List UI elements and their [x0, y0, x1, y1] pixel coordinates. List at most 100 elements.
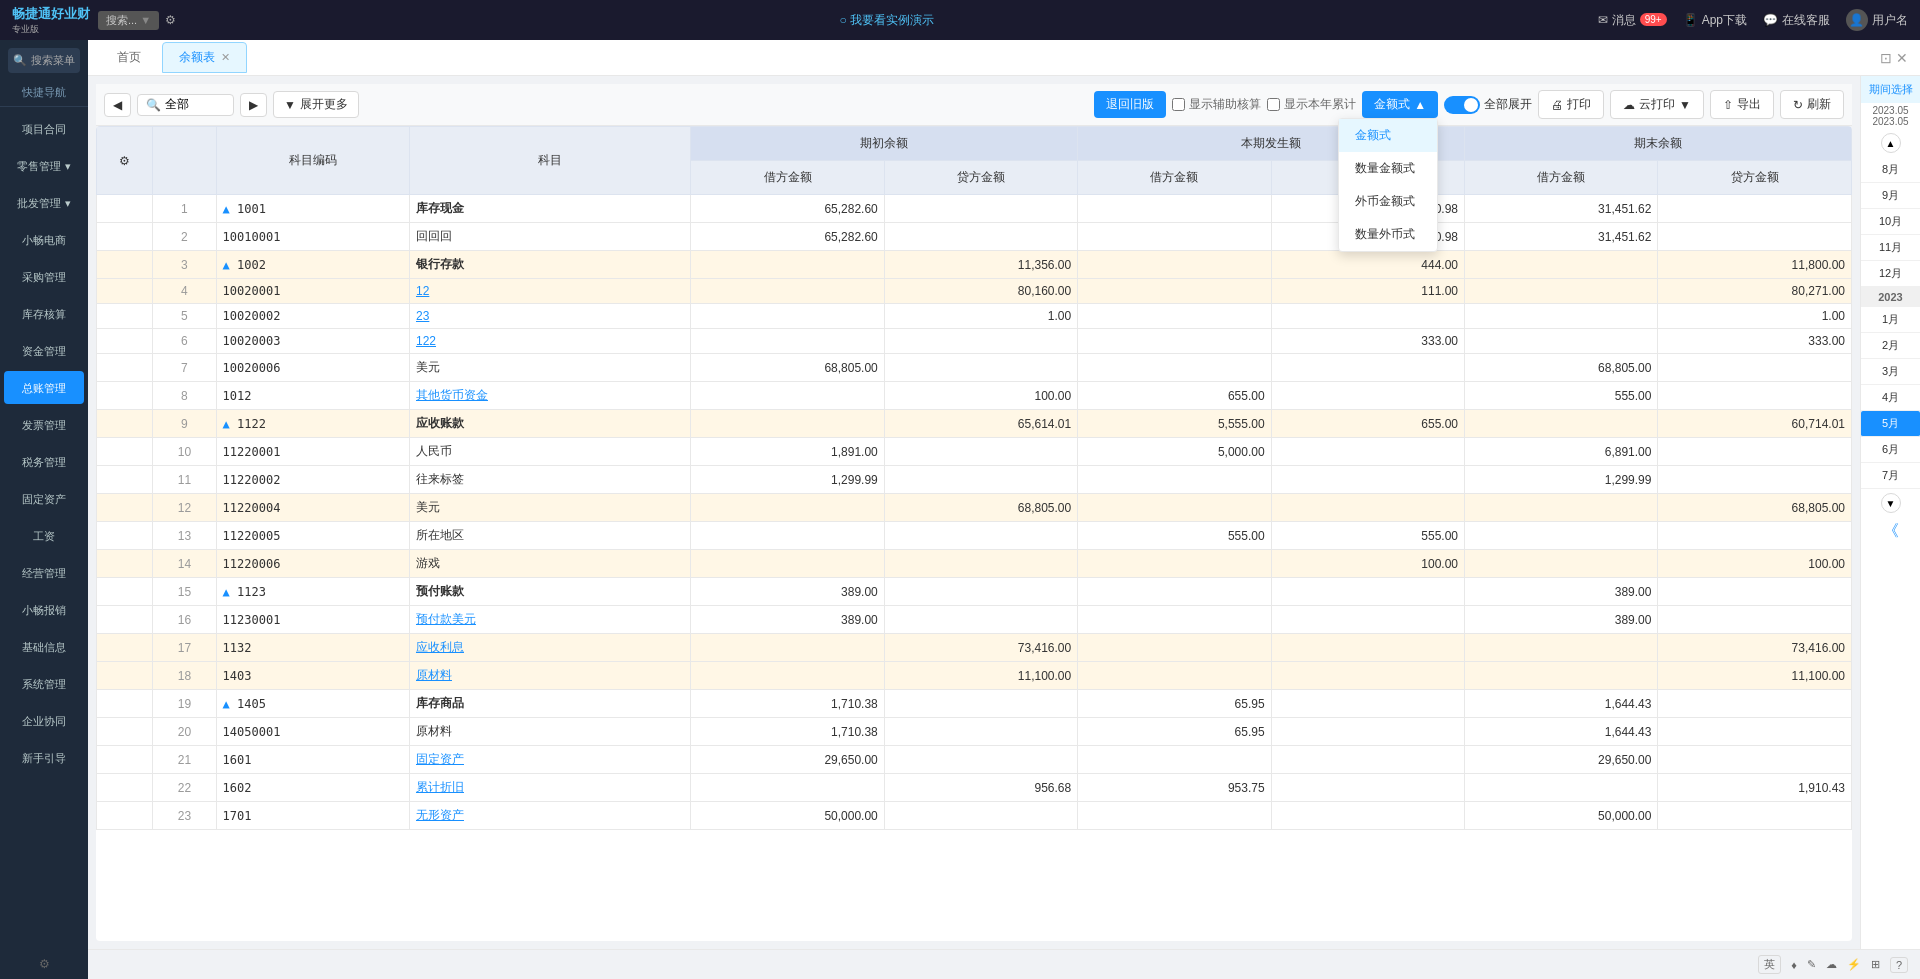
- account-code: 1601: [216, 746, 409, 774]
- nav-next-btn[interactable]: ▶: [240, 93, 267, 117]
- view-mode-btn[interactable]: 金额式 ▲: [1362, 91, 1438, 118]
- account-name: 库存现金: [409, 195, 690, 223]
- cloud-icon[interactable]: ☁: [1826, 958, 1837, 971]
- opening-debit: 65,282.60: [691, 223, 884, 251]
- date-prev-btn[interactable]: ▲: [1881, 133, 1901, 153]
- search-input[interactable]: [165, 98, 225, 112]
- sidebar-item-system[interactable]: 系统管理: [4, 667, 84, 700]
- sidebar-item-purchase[interactable]: 采购管理: [4, 260, 84, 293]
- edit-icon[interactable]: ✎: [1807, 958, 1816, 971]
- show-aux-check[interactable]: 显示辅助核算: [1172, 96, 1261, 113]
- closing-credit: 11,100.00: [1658, 662, 1852, 690]
- toggle-switch-control[interactable]: [1444, 96, 1480, 114]
- th-settings[interactable]: ⚙: [97, 127, 153, 195]
- closing-debit: 31,451.62: [1465, 195, 1658, 223]
- print-btn[interactable]: 🖨 打印: [1538, 90, 1604, 119]
- search-menu-btn[interactable]: 🔍 搜索菜单: [8, 48, 80, 73]
- closing-debit: [1465, 410, 1658, 438]
- month-item[interactable]: 9月: [1861, 183, 1920, 209]
- tab-home[interactable]: 首页: [100, 42, 158, 73]
- closing-debit: 6,891.00: [1465, 438, 1658, 466]
- opening-debit: [691, 304, 884, 329]
- month-item[interactable]: 7月: [1861, 463, 1920, 489]
- sidebar-item-tax[interactable]: 税务管理: [4, 445, 84, 478]
- return-old-btn[interactable]: 退回旧版: [1094, 91, 1166, 118]
- sidebar-item-salary[interactable]: 工资: [4, 519, 84, 552]
- sidebar-item-invoice[interactable]: 发票管理: [4, 408, 84, 441]
- tab-balance[interactable]: 余额表 ✕: [162, 42, 247, 73]
- sidebar-item-ecommerce[interactable]: 小畅电商: [4, 223, 84, 256]
- tab-restore-btn[interactable]: ⊡: [1880, 50, 1892, 66]
- grid-icon[interactable]: ⊞: [1871, 958, 1880, 971]
- sidebar-item-expense[interactable]: 小畅报销: [4, 593, 84, 626]
- lightning-icon[interactable]: ⚡: [1847, 958, 1861, 971]
- month-item[interactable]: 3月: [1861, 359, 1920, 385]
- tab-close-btn[interactable]: ✕: [221, 51, 230, 64]
- demo-link[interactable]: ○ 我要看实例演示: [840, 12, 935, 29]
- account-code: 10020002: [216, 304, 409, 329]
- row-settings: [97, 329, 153, 354]
- sidebar-item-fixed-assets[interactable]: 固定资产: [4, 482, 84, 515]
- month-item[interactable]: 8月: [1861, 157, 1920, 183]
- user-avatar[interactable]: 👤 用户名: [1846, 9, 1908, 31]
- account-name: 银行存款: [409, 251, 690, 279]
- sidebar-item-basic-info[interactable]: 基础信息: [4, 630, 84, 663]
- settings-icon[interactable]: ⚙: [165, 13, 176, 27]
- app-download-btn[interactable]: 📱 App下载: [1683, 12, 1747, 29]
- view-mode-dropdown[interactable]: 金额式 ▲ 金额式 数量金额式 外币金额式 数量外币式: [1362, 91, 1438, 118]
- cloud-print-btn[interactable]: ☁ 云打印 ▼: [1610, 90, 1704, 119]
- view-mode-foreign-amount[interactable]: 外币金额式: [1339, 185, 1437, 218]
- month-item[interactable]: 4月: [1861, 385, 1920, 411]
- export-btn[interactable]: ⇧ 导出: [1710, 90, 1774, 119]
- sidebar-settings-btn[interactable]: ⚙: [8, 957, 80, 971]
- online-service-btn[interactable]: 💬 在线客服: [1763, 12, 1830, 29]
- closing-debit: 31,451.62: [1465, 223, 1658, 251]
- row-settings: [97, 410, 153, 438]
- sidebar-item-collab[interactable]: 企业协同: [4, 704, 84, 737]
- table-row: 14 11220006 游戏 100.00 100.00: [97, 550, 1852, 578]
- table-row: 1 ▲ 1001 库存现金 65,282.60 33,830.98 31,451…: [97, 195, 1852, 223]
- lang-btn[interactable]: 英: [1758, 955, 1781, 974]
- expand-more-btn[interactable]: ▼ 展开更多: [273, 91, 359, 118]
- month-item[interactable]: 5月: [1861, 411, 1920, 437]
- nav-prev-btn[interactable]: ◀: [104, 93, 131, 117]
- closing-debit: 68,805.00: [1465, 354, 1658, 382]
- expand-all-toggle[interactable]: 全部展开: [1444, 96, 1532, 114]
- show-year-total-check[interactable]: 显示本年累计: [1267, 96, 1356, 113]
- window-input[interactable]: 搜索... ▼: [98, 11, 159, 30]
- sidebar-item-operations[interactable]: 经营管理: [4, 556, 84, 589]
- sidebar-item-project[interactable]: 项目合同: [4, 112, 84, 145]
- month-item[interactable]: 1月: [1861, 307, 1920, 333]
- collapse-panel-btn[interactable]: 《: [1861, 517, 1920, 546]
- view-mode-amount[interactable]: 金额式: [1339, 119, 1437, 152]
- date-next-btn[interactable]: ▼: [1881, 493, 1901, 513]
- refresh-btn[interactable]: ↻ 刷新: [1780, 90, 1844, 119]
- sidebar-item-finance[interactable]: 资金管理: [4, 334, 84, 367]
- tab-close-all-btn[interactable]: ✕: [1896, 50, 1908, 66]
- message-icon-btn[interactable]: ✉ 消息 99+: [1598, 12, 1667, 29]
- month-item[interactable]: 12月: [1861, 261, 1920, 287]
- closing-debit: 1,644.43: [1465, 690, 1658, 718]
- row-settings: [97, 354, 153, 382]
- sidebar-item-wholesale[interactable]: 批发管理 ▾: [4, 186, 84, 219]
- sidebar-item-ledger[interactable]: 总账管理: [4, 371, 84, 404]
- opening-debit: [691, 522, 884, 550]
- toolbar: ◀ 🔍 ▶ ▼ 展开更多 退回旧版: [96, 84, 1852, 126]
- table-row: 8 1012 其他货币资金 100.00 655.00 555.00: [97, 382, 1852, 410]
- sidebar-item-inventory[interactable]: 库存核算: [4, 297, 84, 330]
- view-mode-qty-amount[interactable]: 数量金额式: [1339, 152, 1437, 185]
- date-panel-header[interactable]: 期间选择: [1861, 76, 1920, 103]
- sidebar-item-retail[interactable]: 零售管理 ▾: [4, 149, 84, 182]
- opening-credit: [884, 195, 1077, 223]
- current-debit: [1078, 578, 1271, 606]
- view-mode-qty-foreign[interactable]: 数量外币式: [1339, 218, 1437, 251]
- table-row: 15 ▲ 1123 预付账款 389.00 389.00: [97, 578, 1852, 606]
- closing-credit: [1658, 522, 1852, 550]
- month-item[interactable]: 2月: [1861, 333, 1920, 359]
- account-name: 美元: [409, 494, 690, 522]
- month-item[interactable]: 11月: [1861, 235, 1920, 261]
- month-item[interactable]: 6月: [1861, 437, 1920, 463]
- month-item[interactable]: 10月: [1861, 209, 1920, 235]
- help-icon[interactable]: ?: [1890, 957, 1908, 973]
- sidebar-item-guide[interactable]: 新手引导: [4, 741, 84, 774]
